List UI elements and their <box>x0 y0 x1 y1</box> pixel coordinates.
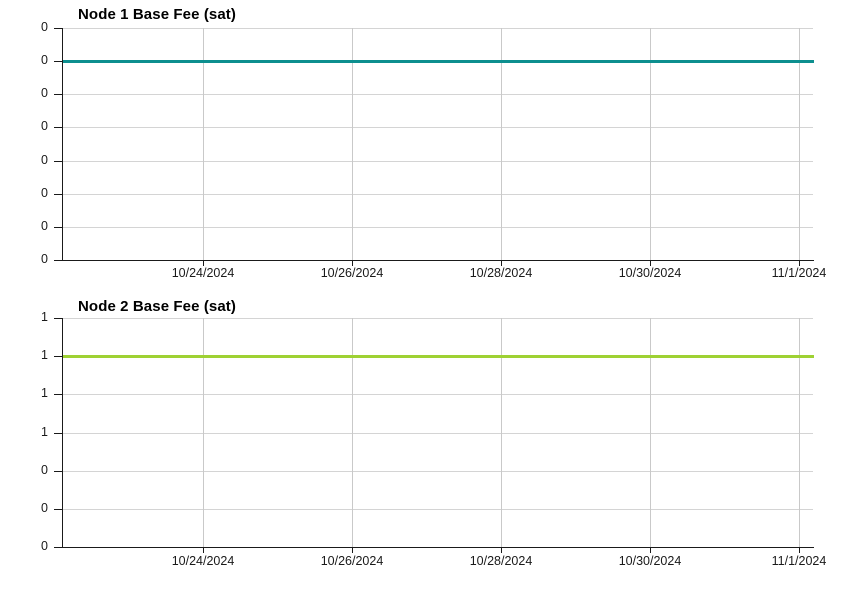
gridline-vertical <box>650 318 651 547</box>
y-axis-tick <box>54 394 62 395</box>
y-axis-tick <box>54 194 62 195</box>
x-axis-tick-label: 10/24/2024 <box>148 266 258 281</box>
y-axis-tick <box>54 547 62 548</box>
x-axis-tick-label: 10/30/2024 <box>595 266 705 281</box>
x-axis-tick-label: 10/28/2024 <box>446 266 556 281</box>
gridline-horizontal <box>62 227 813 228</box>
series-line-node-1-base-fee <box>62 60 814 63</box>
gridline-vertical <box>501 318 502 547</box>
y-axis-tick <box>54 356 62 357</box>
gridline-vertical <box>203 318 204 547</box>
y-axis-tick-label: 1 <box>8 386 48 401</box>
chart-title: Node 1 Base Fee (sat) <box>78 6 236 23</box>
series-line-node-2-base-fee <box>62 355 814 358</box>
gridline-horizontal <box>62 94 813 95</box>
x-axis-tick-label: 11/1/2024 <box>744 266 854 281</box>
y-axis-tick <box>54 433 62 434</box>
y-axis-tick <box>54 161 62 162</box>
gridline-horizontal <box>62 127 813 128</box>
y-axis-tick <box>54 28 62 29</box>
chart-title: Node 2 Base Fee (sat) <box>78 298 236 315</box>
y-axis-tick-label: 0 <box>8 86 48 101</box>
y-axis-tick <box>54 509 62 510</box>
y-axis-tick-label: 0 <box>8 501 48 516</box>
x-axis-tick-label: 10/30/2024 <box>595 554 705 569</box>
gridline-horizontal <box>62 394 813 395</box>
y-axis-tick <box>54 61 62 62</box>
x-axis-tick-label: 10/28/2024 <box>446 554 556 569</box>
y-axis-tick <box>54 471 62 472</box>
y-axis-tick-label: 0 <box>8 119 48 134</box>
x-axis-spine <box>62 260 814 261</box>
y-axis-tick-label: 0 <box>8 252 48 267</box>
gridline-horizontal <box>62 28 813 29</box>
y-axis-tick <box>54 94 62 95</box>
y-axis-tick-label: 0 <box>8 219 48 234</box>
gridline-horizontal <box>62 509 813 510</box>
gridline-vertical <box>352 318 353 547</box>
charts-canvas: Node 1 Base Fee (sat) 0 0 0 0 0 0 0 0 10/24/2024… <box>0 0 860 600</box>
y-axis-tick <box>54 318 62 319</box>
y-axis-tick <box>54 127 62 128</box>
y-axis-spine <box>62 28 63 261</box>
y-axis-tick-label: 0 <box>8 53 48 68</box>
gridline-horizontal <box>62 194 813 195</box>
gridline-horizontal <box>62 318 813 319</box>
y-axis-tick <box>54 260 62 261</box>
y-axis-tick <box>54 227 62 228</box>
x-axis-tick-label: 10/26/2024 <box>297 266 407 281</box>
y-axis-tick-label: 0 <box>8 20 48 35</box>
gridline-vertical <box>799 318 800 547</box>
y-axis-spine <box>62 318 63 548</box>
x-axis-tick-label: 10/24/2024 <box>148 554 258 569</box>
gridline-horizontal <box>62 433 813 434</box>
x-axis-spine <box>62 547 814 548</box>
y-axis-tick-label: 0 <box>8 539 48 554</box>
y-axis-tick-label: 0 <box>8 186 48 201</box>
x-axis-tick-label: 10/26/2024 <box>297 554 407 569</box>
x-axis-tick-label: 11/1/2024 <box>744 554 854 569</box>
y-axis-tick-label: 0 <box>8 463 48 478</box>
y-axis-tick-label: 1 <box>8 310 48 325</box>
y-axis-tick-label: 1 <box>8 348 48 363</box>
gridline-horizontal <box>62 471 813 472</box>
y-axis-tick-label: 0 <box>8 153 48 168</box>
y-axis-tick-label: 1 <box>8 425 48 440</box>
gridline-horizontal <box>62 161 813 162</box>
